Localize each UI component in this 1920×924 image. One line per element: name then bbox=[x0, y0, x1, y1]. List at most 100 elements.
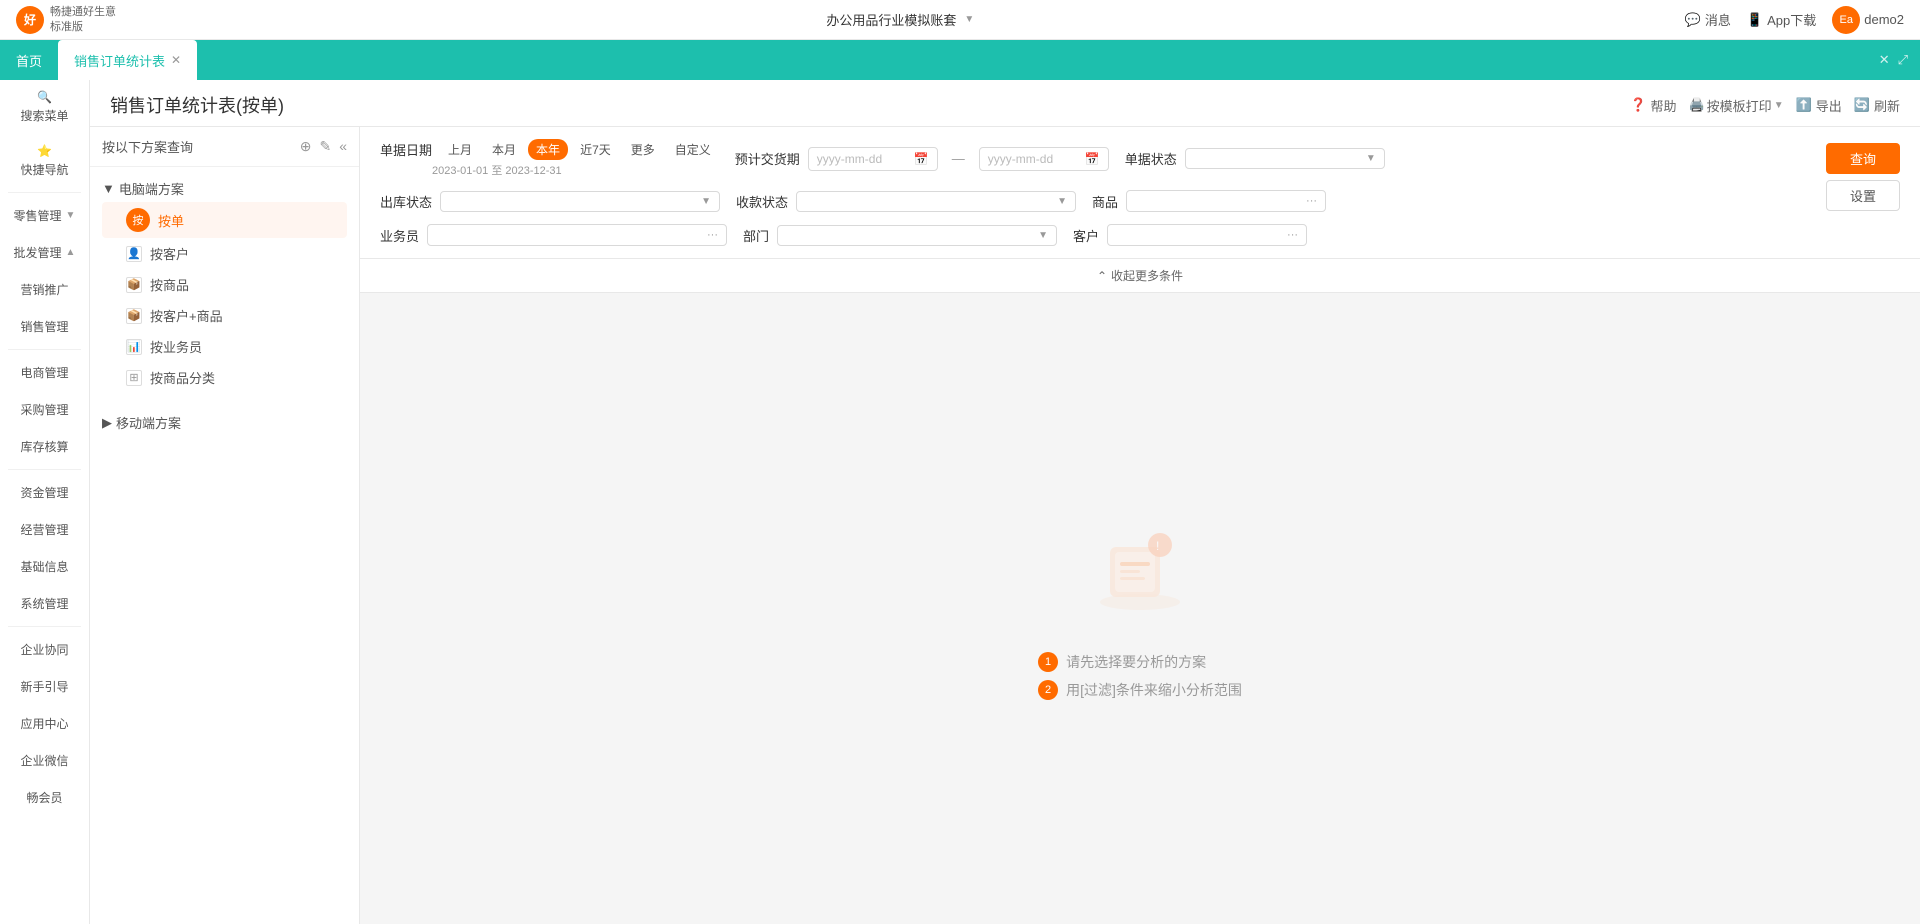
delivery-start-input[interactable]: yyyy-mm-dd 📅 bbox=[808, 147, 938, 171]
shortcut-this-year[interactable]: 本年 bbox=[528, 139, 568, 160]
tab-close-icon[interactable]: ✕ bbox=[171, 53, 181, 67]
date-range-text: 2023-01-01 至 2023-12-31 bbox=[432, 162, 562, 178]
messages-button[interactable]: 💬 消息 bbox=[1685, 10, 1731, 29]
top-bar: 好 畅捷通好生意 标准版 办公用品行业模拟账套 ▼ 💬 消息 📱 App下载 E… bbox=[0, 0, 1920, 40]
pc-scheme-group: ▼ 电脑端方案 按 按单 👤 按客户 📦 按商品 bbox=[90, 167, 359, 401]
sidebar-item-new-user[interactable]: 新手引导 bbox=[0, 668, 89, 705]
sidebar-item-finance[interactable]: 资金管理 bbox=[0, 474, 89, 511]
workspace-selector[interactable]: 办公用品行业模拟账套 ▼ bbox=[826, 10, 974, 29]
shortcut-custom[interactable]: 自定义 bbox=[667, 139, 719, 160]
app-download-button[interactable]: 📱 App下载 bbox=[1747, 10, 1816, 29]
customer-filter: 客户 ··· bbox=[1073, 224, 1307, 246]
chevron-right-icon: ▶ bbox=[102, 415, 112, 431]
scheme-item-by-goods-category[interactable]: ⊞ 按商品分类 bbox=[102, 362, 347, 393]
delivery-end-input[interactable]: yyyy-mm-dd 📅 bbox=[979, 147, 1109, 171]
sidebar-item-marketing[interactable]: 营销推广 bbox=[0, 271, 89, 308]
window-close-icon[interactable]: ✕ bbox=[1879, 52, 1890, 68]
tab-home[interactable]: 首页 bbox=[0, 40, 58, 80]
sidebar-item-operations[interactable]: 经营管理 bbox=[0, 511, 89, 548]
sidebar-item-system[interactable]: 系统管理 bbox=[0, 585, 89, 622]
sidebar-item-sales-mgmt[interactable]: 销售管理 bbox=[0, 308, 89, 345]
order-status-filter: 单据状态 ▼ bbox=[1125, 148, 1385, 169]
sidebar-item-inventory[interactable]: 库存核算 bbox=[0, 428, 89, 465]
export-button[interactable]: ⬆️ 导出 bbox=[1796, 96, 1842, 115]
order-status-select[interactable]: ▼ bbox=[1185, 148, 1385, 169]
edit-scheme-button[interactable]: ✎ bbox=[319, 138, 331, 155]
by-order-icon: 按 bbox=[126, 208, 150, 232]
delivery-label: 预计交货期 bbox=[735, 149, 800, 168]
shipment-status-label: 出库状态 bbox=[380, 192, 432, 211]
sidebar-item-enterprise[interactable]: 企业协同 bbox=[0, 631, 89, 668]
left-panel-actions: ⊕ ✎ « bbox=[300, 138, 347, 155]
avatar: Ea bbox=[1832, 6, 1860, 34]
scheme-item-by-customer-goods[interactable]: 📦 按客户+商品 bbox=[102, 300, 347, 331]
scheme-item-by-goods[interactable]: 📦 按商品 bbox=[102, 269, 347, 300]
logo-area: 好 畅捷通好生意 标准版 bbox=[16, 5, 116, 34]
print-template-button[interactable]: 🖨️ 按模板打印 ▼ bbox=[1688, 96, 1783, 115]
workspace-dropdown-icon[interactable]: ▼ bbox=[964, 14, 974, 25]
goods-select[interactable]: ··· bbox=[1126, 190, 1326, 212]
shipment-status-select[interactable]: ▼ bbox=[440, 191, 720, 212]
shortcut-7days[interactable]: 近7天 bbox=[572, 139, 619, 160]
help-button[interactable]: ❓ 帮助 bbox=[1630, 96, 1676, 115]
sidebar-item-procurement[interactable]: 采购管理 bbox=[0, 391, 89, 428]
add-scheme-button[interactable]: ⊕ bbox=[300, 138, 312, 155]
refresh-button[interactable]: 🔄 刷新 bbox=[1854, 96, 1900, 115]
date-separator: — bbox=[946, 151, 971, 166]
sidebar-divider-4 bbox=[8, 626, 81, 627]
collapse-label: 收起更多条件 bbox=[1111, 267, 1183, 284]
sidebar-item-basic-info[interactable]: 基础信息 bbox=[0, 548, 89, 585]
scheme-item-by-order[interactable]: 按 按单 bbox=[102, 202, 347, 238]
payment-status-select[interactable]: ▼ bbox=[796, 191, 1076, 212]
date-shortcuts: 上月 本月 本年 近7天 更多 自定义 bbox=[440, 139, 719, 160]
top-bar-left: 好 畅捷通好生意 标准版 bbox=[16, 5, 116, 34]
user-menu[interactable]: Ea demo2 bbox=[1832, 6, 1904, 34]
sidebar-item-retail[interactable]: 零售管理 ▼ bbox=[0, 197, 89, 234]
sidebar-item-membership[interactable]: 畅会员 bbox=[0, 779, 89, 816]
workspace-name: 办公用品行业模拟账套 bbox=[826, 10, 956, 29]
by-goods-category-icon: ⊞ bbox=[126, 370, 142, 386]
department-label: 部门 bbox=[743, 226, 769, 245]
settings-button[interactable]: 设置 bbox=[1826, 180, 1900, 211]
shortcut-last-month[interactable]: 上月 bbox=[440, 139, 480, 160]
sidebar-item-enterprise-wechat[interactable]: 企业微信 bbox=[0, 742, 89, 779]
empty-state-tips: 1 请先选择要分析的方案 2 用[过滤]条件来缩小分析范围 bbox=[1038, 652, 1242, 700]
chevron-right-icon: ▼ bbox=[66, 210, 76, 221]
page-actions: ❓ 帮助 🖨️ 按模板打印 ▼ ⬆️ 导出 🔄 刷新 bbox=[1630, 96, 1900, 115]
delivery-end-placeholder: yyyy-mm-dd bbox=[988, 152, 1053, 166]
tip-number-1: 1 bbox=[1038, 652, 1058, 672]
sidebar-item-wholesale[interactable]: 批发管理 ▲ bbox=[0, 234, 89, 271]
empty-state: ! 1 请先选择要分析的方案 2 用[过滤]条件来缩小分析范围 bbox=[360, 293, 1920, 924]
customer-select[interactable]: ··· bbox=[1107, 224, 1307, 246]
collapse-up-icon: ⌃ bbox=[1097, 269, 1107, 283]
collapse-bar[interactable]: ⌃ 收起更多条件 bbox=[360, 259, 1920, 293]
mobile-scheme-group-header[interactable]: ▶ 移动端方案 bbox=[102, 409, 347, 436]
query-button[interactable]: 查询 bbox=[1826, 143, 1900, 174]
star-icon: ⭐ bbox=[37, 144, 52, 158]
sidebar-item-app-center[interactable]: 应用中心 bbox=[0, 705, 89, 742]
department-select[interactable]: ▼ bbox=[777, 225, 1057, 246]
sidebar: 🔍 搜索菜单 ⭐ 快捷导航 零售管理 ▼ 批发管理 ▲ 营销推广 销售管理 电商… bbox=[0, 80, 90, 924]
sidebar-item-ecommerce[interactable]: 电商管理 bbox=[0, 354, 89, 391]
filter-main: 单据日期 上月 本月 本年 近7天 更多 自定义 bbox=[380, 139, 1810, 246]
sidebar-item-quick-nav[interactable]: ⭐ 快捷导航 bbox=[0, 134, 89, 188]
sidebar-item-search[interactable]: 🔍 搜索菜单 bbox=[0, 80, 89, 134]
empty-state-illustration: ! bbox=[1080, 517, 1200, 636]
window-maximize-icon[interactable]: ⤢ bbox=[1898, 52, 1908, 68]
tab-sales-order-stats[interactable]: 销售订单统计表 ✕ bbox=[58, 40, 197, 80]
content-area: 销售订单统计表(按单) ❓ 帮助 🖨️ 按模板打印 ▼ ⬆️ 导出 🔄 刷新 bbox=[90, 80, 1920, 924]
shortcut-more[interactable]: 更多 bbox=[623, 139, 663, 160]
shortcut-this-month[interactable]: 本月 bbox=[484, 139, 524, 160]
scheme-item-by-customer[interactable]: 👤 按客户 bbox=[102, 238, 347, 269]
pc-scheme-group-header[interactable]: ▼ 电脑端方案 bbox=[102, 175, 347, 202]
salesperson-select[interactable]: ··· bbox=[427, 224, 727, 246]
collapse-panel-button[interactable]: « bbox=[339, 138, 347, 155]
date-filter-label: 单据日期 bbox=[380, 140, 432, 159]
mobile-scheme-group: ▶ 移动端方案 bbox=[90, 401, 359, 444]
scheme-item-by-salesperson[interactable]: 📊 按业务员 bbox=[102, 331, 347, 362]
search-icon: 🔍 bbox=[37, 90, 52, 104]
filter-panel: 单据日期 上月 本月 本年 近7天 更多 自定义 bbox=[360, 127, 1920, 259]
nav-tabs: 首页 销售订单统计表 ✕ ✕ ⤢ bbox=[0, 40, 1920, 80]
pc-scheme-label: 电脑端方案 bbox=[119, 179, 184, 198]
goods-more-icon: ··· bbox=[1306, 195, 1317, 207]
